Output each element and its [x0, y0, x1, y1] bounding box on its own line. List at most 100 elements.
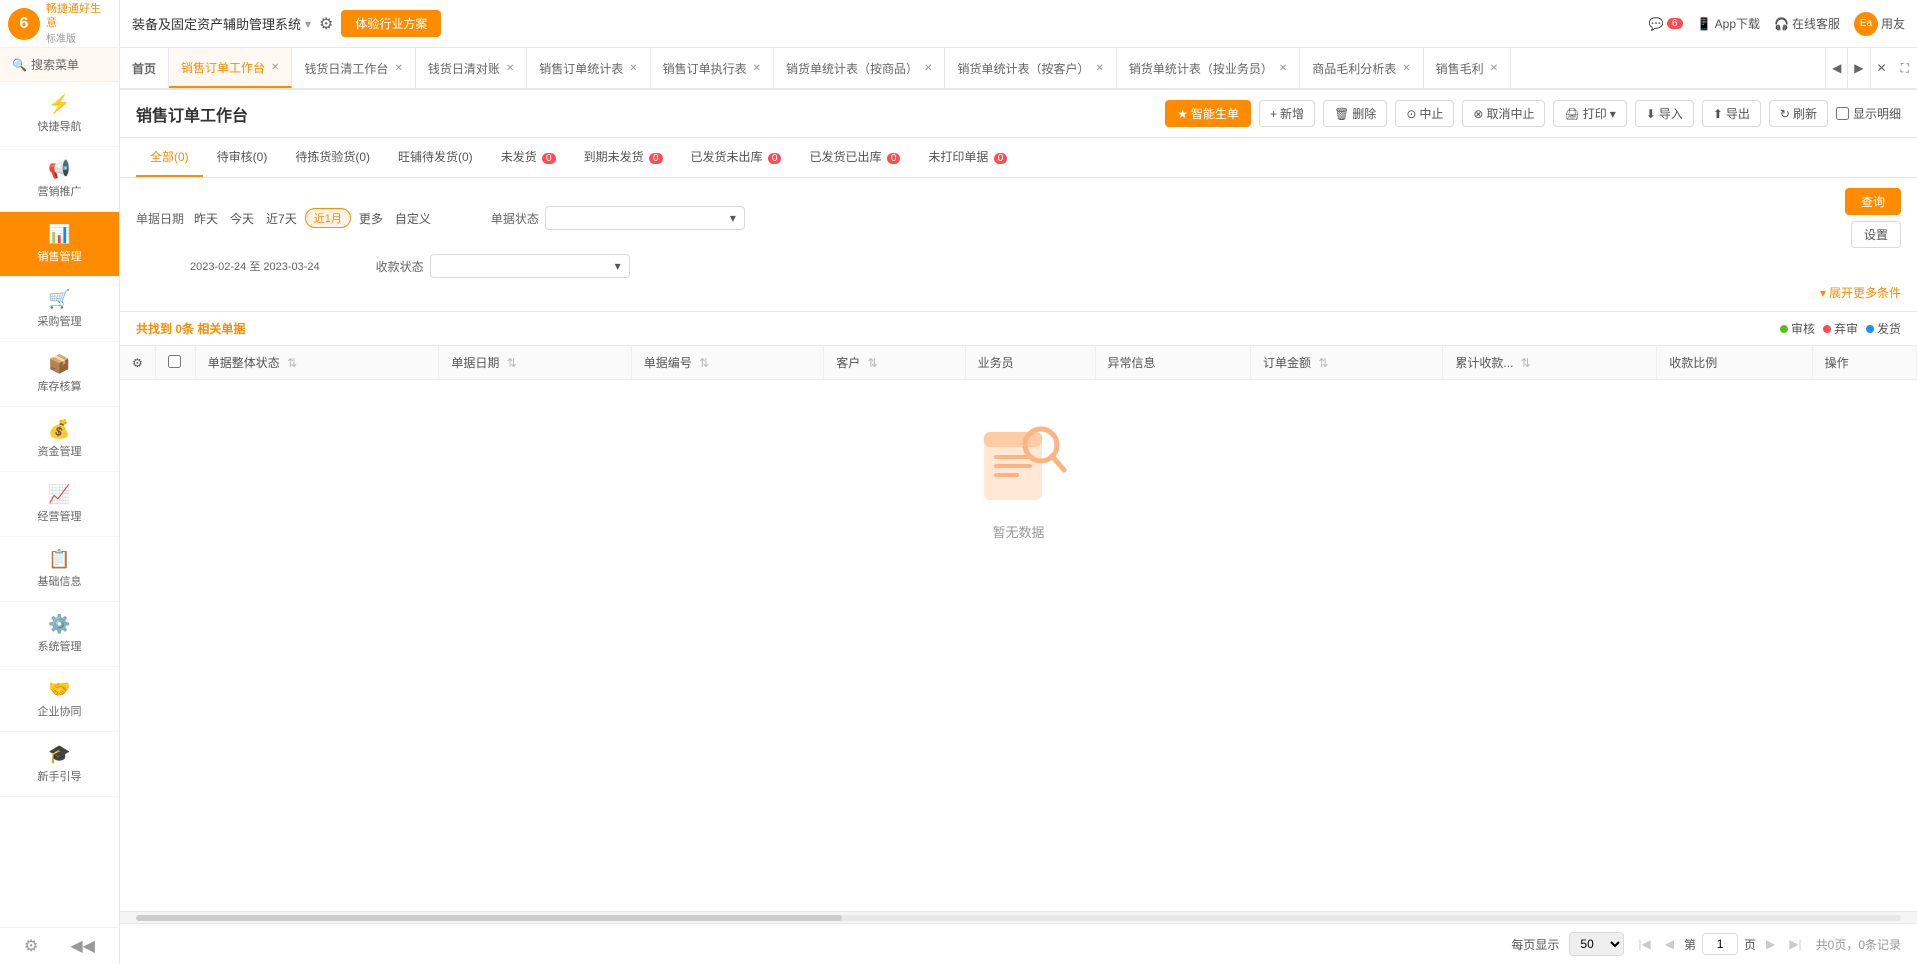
column-accumulated[interactable]: 累计收款... ⇅ — [1443, 346, 1657, 380]
column-settings[interactable]: ⚙ — [120, 346, 155, 380]
sidebar-item-system[interactable]: ⚙️ 系统管理 — [0, 602, 119, 667]
ship-action-button[interactable]: 发货 — [1866, 320, 1901, 337]
sidebar-item-enterprise[interactable]: 🤝 企业协同 — [0, 667, 119, 732]
first-page-button[interactable]: |◀ — [1634, 935, 1654, 953]
date-option-yesterday[interactable]: 昨天 — [190, 208, 222, 229]
sub-tab-shipped-out[interactable]: 已发货已出库 0 — [795, 138, 914, 177]
next-page-button[interactable]: ▶ — [1762, 935, 1779, 953]
tab-close-icon[interactable]: ✕ — [1095, 63, 1103, 74]
sub-tab-all[interactable]: 全部(0) — [136, 138, 203, 177]
tab-sales-workbench[interactable]: 销售订单工作台 ✕ — [169, 48, 292, 88]
tab-close-icon[interactable]: ✕ — [924, 63, 932, 74]
date-option-today[interactable]: 今天 — [226, 208, 258, 229]
sidebar-item-operation[interactable]: 📈 经营管理 — [0, 472, 119, 537]
column-amount[interactable]: 订单金额 ⇅ — [1250, 346, 1442, 380]
add-button[interactable]: + 新增 — [1259, 100, 1315, 127]
status-select[interactable]: ▾ — [545, 206, 745, 230]
tab-sales-stat-customer[interactable]: 销货单统计表（按客户） ✕ — [945, 48, 1116, 88]
tab-close-icon[interactable]: ✕ — [753, 63, 761, 74]
red-dot-icon — [1823, 325, 1831, 333]
tab-close-icon[interactable]: ✕ — [629, 63, 637, 74]
per-page-select[interactable]: 50 20 100 — [1569, 932, 1624, 956]
tab-close-icon[interactable]: ✕ — [1490, 63, 1498, 74]
sidebar-item-sales[interactable]: 📊 销售管理 — [0, 212, 119, 277]
column-date[interactable]: 单据日期 ⇅ — [439, 346, 631, 380]
page-input[interactable] — [1702, 933, 1738, 955]
tab-close-icon[interactable]: ✕ — [1402, 63, 1410, 74]
tab-close-icon[interactable]: ✕ — [1279, 63, 1287, 74]
refresh-button[interactable]: ↻ 刷新 — [1769, 100, 1828, 127]
tab-maximize[interactable]: ⛶ — [1893, 61, 1917, 76]
date-option-custom[interactable]: 自定义 — [391, 208, 435, 229]
import-button[interactable]: ⬇ 导入 — [1635, 100, 1694, 127]
tab-cash-reconcile[interactable]: 钱货日清对账 ✕ — [416, 48, 527, 88]
select-all-checkbox[interactable] — [168, 355, 181, 368]
tab-sales-exec[interactable]: 销售订单执行表 ✕ — [651, 48, 774, 88]
tab-close-icon[interactable]: ✕ — [394, 63, 402, 74]
tab-close-icon[interactable]: ✕ — [506, 63, 514, 74]
tab-gross-margin[interactable]: 商品毛利分析表 ✕ — [1300, 48, 1423, 88]
tab-sales-stats[interactable]: 销售订单统计表 ✕ — [527, 48, 650, 88]
sidebar-item-marketing[interactable]: 📢 营销推广 — [0, 147, 119, 212]
date-option-7days[interactable]: 近7天 — [262, 208, 301, 229]
sub-tab-shipped-not-out[interactable]: 已发货未出库 0 — [677, 138, 796, 177]
sidebar-item-purchase[interactable]: 🛒 采购管理 — [0, 277, 119, 342]
collapse-icon[interactable]: ◀◀ — [70, 936, 95, 956]
smart-generate-button[interactable]: ★ 智能生单 — [1165, 100, 1251, 127]
query-button[interactable]: 查询 — [1845, 188, 1901, 215]
column-number[interactable]: 单据编号 ⇅ — [631, 346, 823, 380]
review-action-button[interactable]: 审核 — [1780, 320, 1815, 337]
tab-close-all[interactable]: ✕ — [1870, 48, 1893, 88]
print-button[interactable]: 🖨 打印 ▾ — [1553, 100, 1626, 127]
sub-tab-pending-review[interactable]: 待审核(0) — [203, 138, 282, 177]
show-detail-toggle[interactable]: 显示明细 — [1836, 105, 1901, 122]
module-dropdown-icon[interactable]: ▾ — [305, 17, 311, 31]
sub-tab-wangpu[interactable]: 旺铺待发货(0) — [384, 138, 487, 177]
scroll-thumb[interactable] — [136, 915, 842, 921]
column-status[interactable]: 单据整体状态 ⇅ — [195, 346, 439, 380]
scroll-track[interactable] — [136, 915, 1901, 921]
tab-sales-gross[interactable]: 销售毛利 ✕ — [1424, 48, 1511, 88]
payment-select[interactable]: ▾ — [430, 254, 630, 278]
column-customer[interactable]: 客户 ⇅ — [824, 346, 965, 380]
message-center[interactable]: 💬 6 — [1649, 17, 1683, 31]
sub-tab-pending-check[interactable]: 待拣货验货(0) — [281, 138, 384, 177]
sidebar-item-quick-nav[interactable]: ⚡ 快捷导航 — [0, 82, 119, 147]
sidebar-item-finance[interactable]: 💰 资金管理 — [0, 407, 119, 472]
app-download[interactable]: 📱 App下载 — [1697, 15, 1760, 32]
export-button[interactable]: ⬆ 导出 — [1702, 100, 1761, 127]
sidebar-search[interactable]: 🔍 搜索菜单 — [0, 48, 119, 82]
last-page-button[interactable]: ▶| — [1785, 935, 1805, 953]
expand-conditions-button[interactable]: ▾ 展开更多条件 — [1820, 284, 1901, 301]
tab-scroll-left[interactable]: ◀ — [1825, 48, 1847, 88]
user-menu[interactable]: Ea 用友 — [1854, 12, 1905, 36]
prev-page-button[interactable]: ◀ — [1661, 935, 1678, 953]
date-option-more[interactable]: 更多 — [355, 208, 387, 229]
delete-button[interactable]: 🗑 删除 — [1323, 100, 1387, 127]
date-option-1month[interactable]: 近1月 — [305, 208, 351, 228]
settings-bottom-icon[interactable]: ⚙ — [24, 936, 38, 956]
set-button[interactable]: 设置 — [1851, 221, 1901, 248]
sidebar-item-guide[interactable]: 🎓 新手引导 — [0, 732, 119, 797]
industry-solution-button[interactable]: 体验行业方案 — [341, 10, 441, 37]
online-service[interactable]: 🎧 在线客服 — [1774, 15, 1840, 32]
tab-home[interactable]: 首页 — [120, 48, 169, 88]
cancel-stop-button[interactable]: ⊗ 取消中止 — [1462, 100, 1545, 127]
sub-tab-overdue-unshipped[interactable]: 到期未发货 0 — [570, 138, 677, 177]
sidebar-item-basic[interactable]: 📋 基础信息 — [0, 537, 119, 602]
stop-button[interactable]: ⊙ 中止 — [1395, 100, 1454, 127]
tab-sales-stat-product[interactable]: 销货单统计表（按商品） ✕ — [774, 48, 945, 88]
tab-scroll-right[interactable]: ▶ — [1847, 48, 1869, 88]
tab-sales-stat-staff[interactable]: 销货单统计表（按业务员） ✕ — [1117, 48, 1300, 88]
sidebar-item-inventory[interactable]: 📦 库存核算 — [0, 342, 119, 407]
tab-close-icon[interactable]: ✕ — [271, 62, 279, 73]
tab-label: 销售订单工作台 — [181, 59, 265, 76]
tab-cash-daily[interactable]: 钱货日清工作台 ✕ — [292, 48, 415, 88]
anti-review-action-button[interactable]: 弃审 — [1823, 320, 1858, 337]
settings-gear-icon[interactable]: ⚙ — [319, 14, 333, 34]
search-label: 搜索菜单 — [31, 56, 79, 73]
scroll-bar-area[interactable] — [120, 911, 1917, 923]
sub-tab-unprinted[interactable]: 未打印单据 0 — [914, 138, 1021, 177]
sub-tab-unshipped[interactable]: 未发货 0 — [487, 138, 570, 177]
show-detail-checkbox[interactable] — [1836, 107, 1849, 120]
